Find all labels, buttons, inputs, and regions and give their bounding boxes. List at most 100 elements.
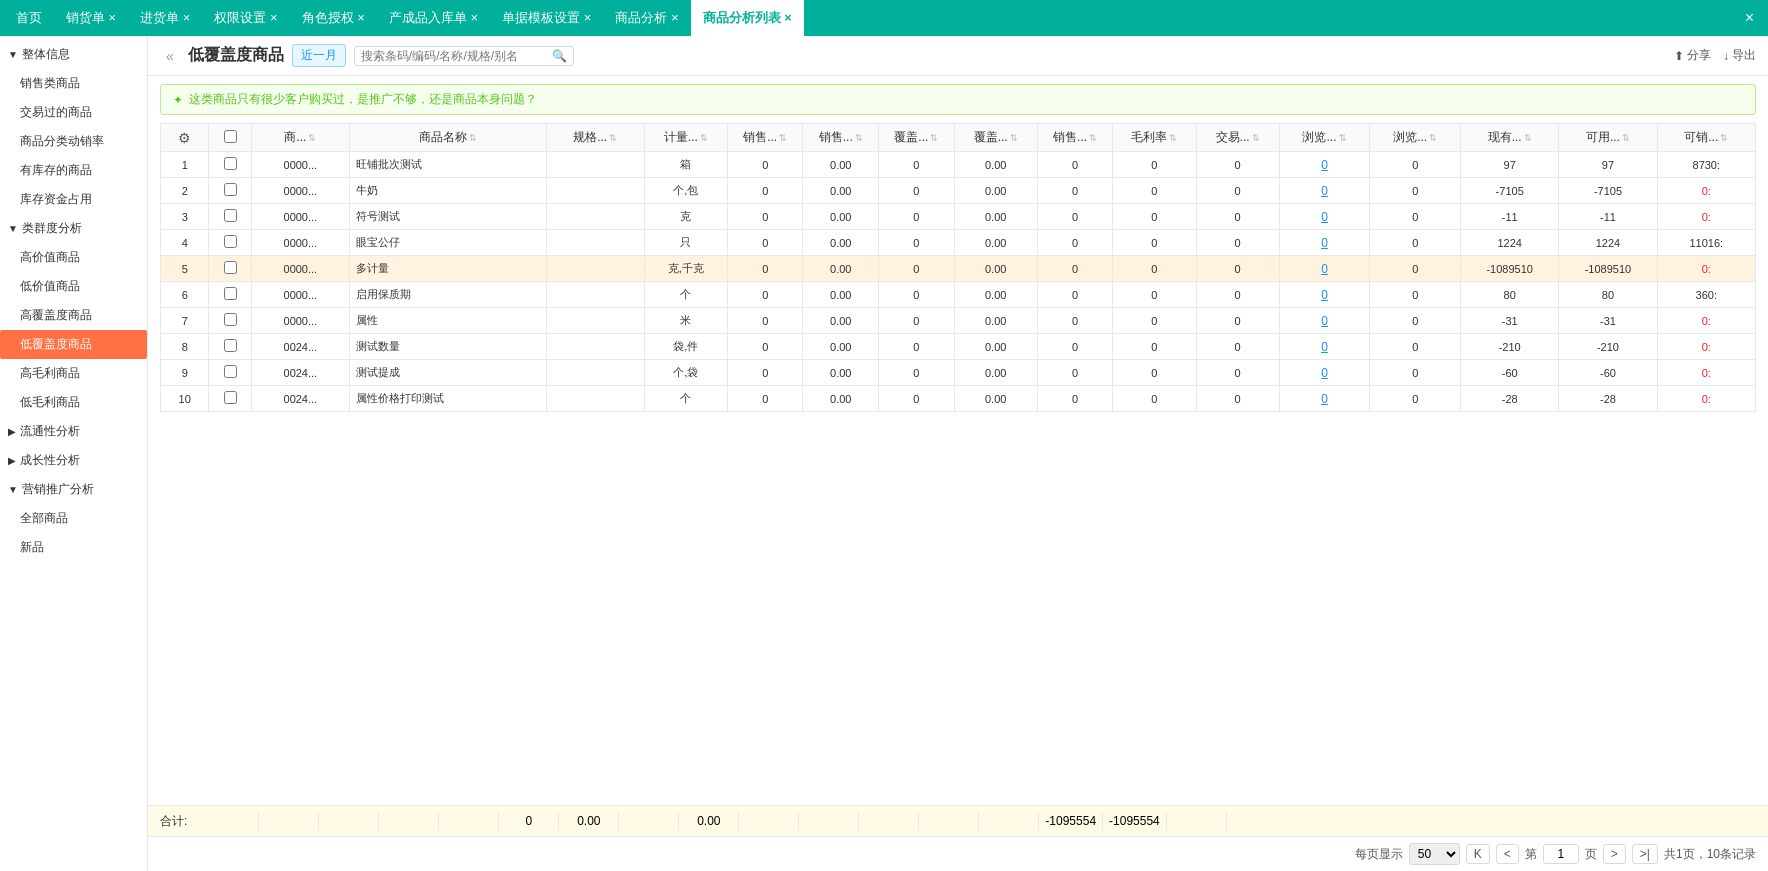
table-wrapper[interactable]: ⚙ 商...⇅ 商品名称⇅ 规格...⇅ 计量...⇅ 销售...⇅ 销售...… — [148, 123, 1768, 805]
sidebar-item-low-value[interactable]: 低价值商品 — [0, 272, 147, 301]
sidebar-item-low-coverage[interactable]: 低覆盖度商品 — [0, 330, 147, 359]
sidebar-item-inventory-funds[interactable]: 库存资金占用 — [0, 185, 147, 214]
sidebar-item-high-coverage[interactable]: 高覆盖度商品 — [0, 301, 147, 330]
sidebar-section-marketing[interactable]: ▼ 营销推广分析 — [0, 475, 147, 504]
row-checkbox[interactable] — [224, 339, 237, 352]
nav-product-analysis[interactable]: 商品分析 × — [603, 0, 690, 36]
nav-home[interactable]: 首页 — [4, 0, 54, 36]
cell-browse1[interactable]: 0 — [1279, 204, 1370, 230]
cell-browse1[interactable]: 0 — [1279, 256, 1370, 282]
search-input[interactable] — [361, 49, 552, 63]
cell-check[interactable] — [209, 360, 251, 386]
row-checkbox[interactable] — [224, 209, 237, 222]
th-spec[interactable]: 规格...⇅ — [546, 124, 644, 152]
th-checkbox[interactable] — [209, 124, 251, 152]
sidebar-item-category-turnover[interactable]: 商品分类动销率 — [0, 127, 147, 156]
close-all-tabs[interactable]: × — [1735, 0, 1764, 36]
cell-check[interactable] — [209, 256, 251, 282]
row-checkbox[interactable] — [224, 157, 237, 170]
th-avail[interactable]: 可用...⇅ — [1559, 124, 1657, 152]
main-layout: ▼ 整体信息 销售类商品 交易过的商品 商品分类动销率 有库存的商品 库存资金占… — [0, 36, 1768, 871]
cell-sale3: 0 — [1037, 256, 1113, 282]
prev-page-button[interactable]: < — [1496, 844, 1519, 864]
cell-check[interactable] — [209, 282, 251, 308]
sidebar-item-traded-goods[interactable]: 交易过的商品 — [0, 98, 147, 127]
sidebar-section-cluster[interactable]: ▼ 类群度分析 — [0, 214, 147, 243]
cell-sale2: 0.00 — [803, 308, 879, 334]
last-page-button[interactable]: >| — [1632, 844, 1658, 864]
nav-role[interactable]: 角色授权 × — [290, 0, 377, 36]
row-checkbox[interactable] — [224, 391, 237, 404]
cell-browse1[interactable]: 0 — [1279, 386, 1370, 412]
row-checkbox[interactable] — [224, 183, 237, 196]
cell-cov2: 0.00 — [954, 256, 1037, 282]
row-checkbox[interactable] — [224, 365, 237, 378]
nav-product-analysis-list[interactable]: 商品分析列表 × — [691, 0, 804, 36]
cell-check[interactable] — [209, 178, 251, 204]
export-button[interactable]: ↓ 导出 — [1723, 47, 1756, 64]
sidebar-item-sales-goods[interactable]: 销售类商品 — [0, 69, 147, 98]
th-browse1[interactable]: 浏览...⇅ — [1279, 124, 1370, 152]
current-page-input[interactable] — [1543, 844, 1579, 864]
th-sale2[interactable]: 销售...⇅ — [803, 124, 879, 152]
sidebar-item-new-goods[interactable]: 新品 — [0, 533, 147, 562]
cell-browse1[interactable]: 0 — [1279, 308, 1370, 334]
cell-check[interactable] — [209, 386, 251, 412]
th-trade[interactable]: 交易...⇅ — [1196, 124, 1279, 152]
collapse-icon-cluster: ▼ — [8, 223, 18, 234]
sidebar-section-growth[interactable]: ▶ 成长性分析 — [0, 446, 147, 475]
th-sellable[interactable]: 可销...⇅ — [1657, 124, 1755, 152]
sidebar-item-stocked-goods[interactable]: 有库存的商品 — [0, 156, 147, 185]
th-name[interactable]: 商品名称⇅ — [349, 124, 546, 152]
select-all-checkbox[interactable] — [224, 130, 237, 143]
th-settings[interactable]: ⚙ — [161, 124, 209, 152]
cell-browse1[interactable]: 0 — [1279, 178, 1370, 204]
cell-cov1: 0 — [879, 282, 955, 308]
th-sku[interactable]: 商...⇅ — [251, 124, 349, 152]
share-button[interactable]: ⬆ 分享 — [1674, 47, 1711, 64]
sidebar-item-all-goods[interactable]: 全部商品 — [0, 504, 147, 533]
next-page-button[interactable]: > — [1603, 844, 1626, 864]
row-checkbox[interactable] — [224, 313, 237, 326]
cell-browse1[interactable]: 0 — [1279, 230, 1370, 256]
nav-template[interactable]: 单据模板设置 × — [490, 0, 603, 36]
nav-product-entry[interactable]: 产成品入库单 × — [377, 0, 490, 36]
sidebar-item-high-margin[interactable]: 高毛利商品 — [0, 359, 147, 388]
date-filter-button[interactable]: 近一月 — [292, 44, 346, 67]
nav-permission[interactable]: 权限设置 × — [202, 0, 289, 36]
th-margin[interactable]: 毛利率⇅ — [1113, 124, 1196, 152]
sidebar-section-liquidity[interactable]: ▶ 流通性分析 — [0, 417, 147, 446]
cell-browse1[interactable]: 0 — [1279, 334, 1370, 360]
nav-sales[interactable]: 销货单 × — [54, 0, 128, 36]
row-checkbox[interactable] — [224, 235, 237, 248]
cell-check[interactable] — [209, 204, 251, 230]
collapse-icon-marketing: ▼ — [8, 484, 18, 495]
th-sale1[interactable]: 销售...⇅ — [727, 124, 803, 152]
row-checkbox[interactable] — [224, 287, 237, 300]
nav-purchase[interactable]: 进货单 × — [128, 0, 202, 36]
cell-browse1[interactable]: 0 — [1279, 282, 1370, 308]
sidebar-section-overall[interactable]: ▼ 整体信息 — [0, 40, 147, 69]
sidebar-item-low-margin[interactable]: 低毛利商品 — [0, 388, 147, 417]
footer-cell-empty9 — [859, 812, 919, 830]
sidebar-item-high-value[interactable]: 高价值商品 — [0, 243, 147, 272]
cell-check[interactable] — [209, 308, 251, 334]
cell-name: 属性价格打印测试 — [349, 386, 546, 412]
first-page-button[interactable]: K — [1466, 844, 1490, 864]
collapse-sidebar-button[interactable]: « — [160, 46, 180, 66]
page-size-select[interactable]: 50 100 200 — [1409, 843, 1460, 865]
th-unit[interactable]: 计量...⇅ — [644, 124, 727, 152]
th-stock1[interactable]: 现有...⇅ — [1461, 124, 1559, 152]
th-browse2[interactable]: 浏览...⇅ — [1370, 124, 1461, 152]
th-sale3[interactable]: 销售...⇅ — [1037, 124, 1113, 152]
cell-browse1[interactable]: 0 — [1279, 152, 1370, 178]
cell-check[interactable] — [209, 152, 251, 178]
cell-check[interactable] — [209, 230, 251, 256]
row-checkbox[interactable] — [224, 261, 237, 274]
cell-check[interactable] — [209, 334, 251, 360]
search-icon[interactable]: 🔍 — [552, 49, 567, 63]
th-cov2[interactable]: 覆盖...⇅ — [954, 124, 1037, 152]
th-cov1[interactable]: 覆盖...⇅ — [879, 124, 955, 152]
cell-margin: 0 — [1113, 204, 1196, 230]
cell-browse1[interactable]: 0 — [1279, 360, 1370, 386]
